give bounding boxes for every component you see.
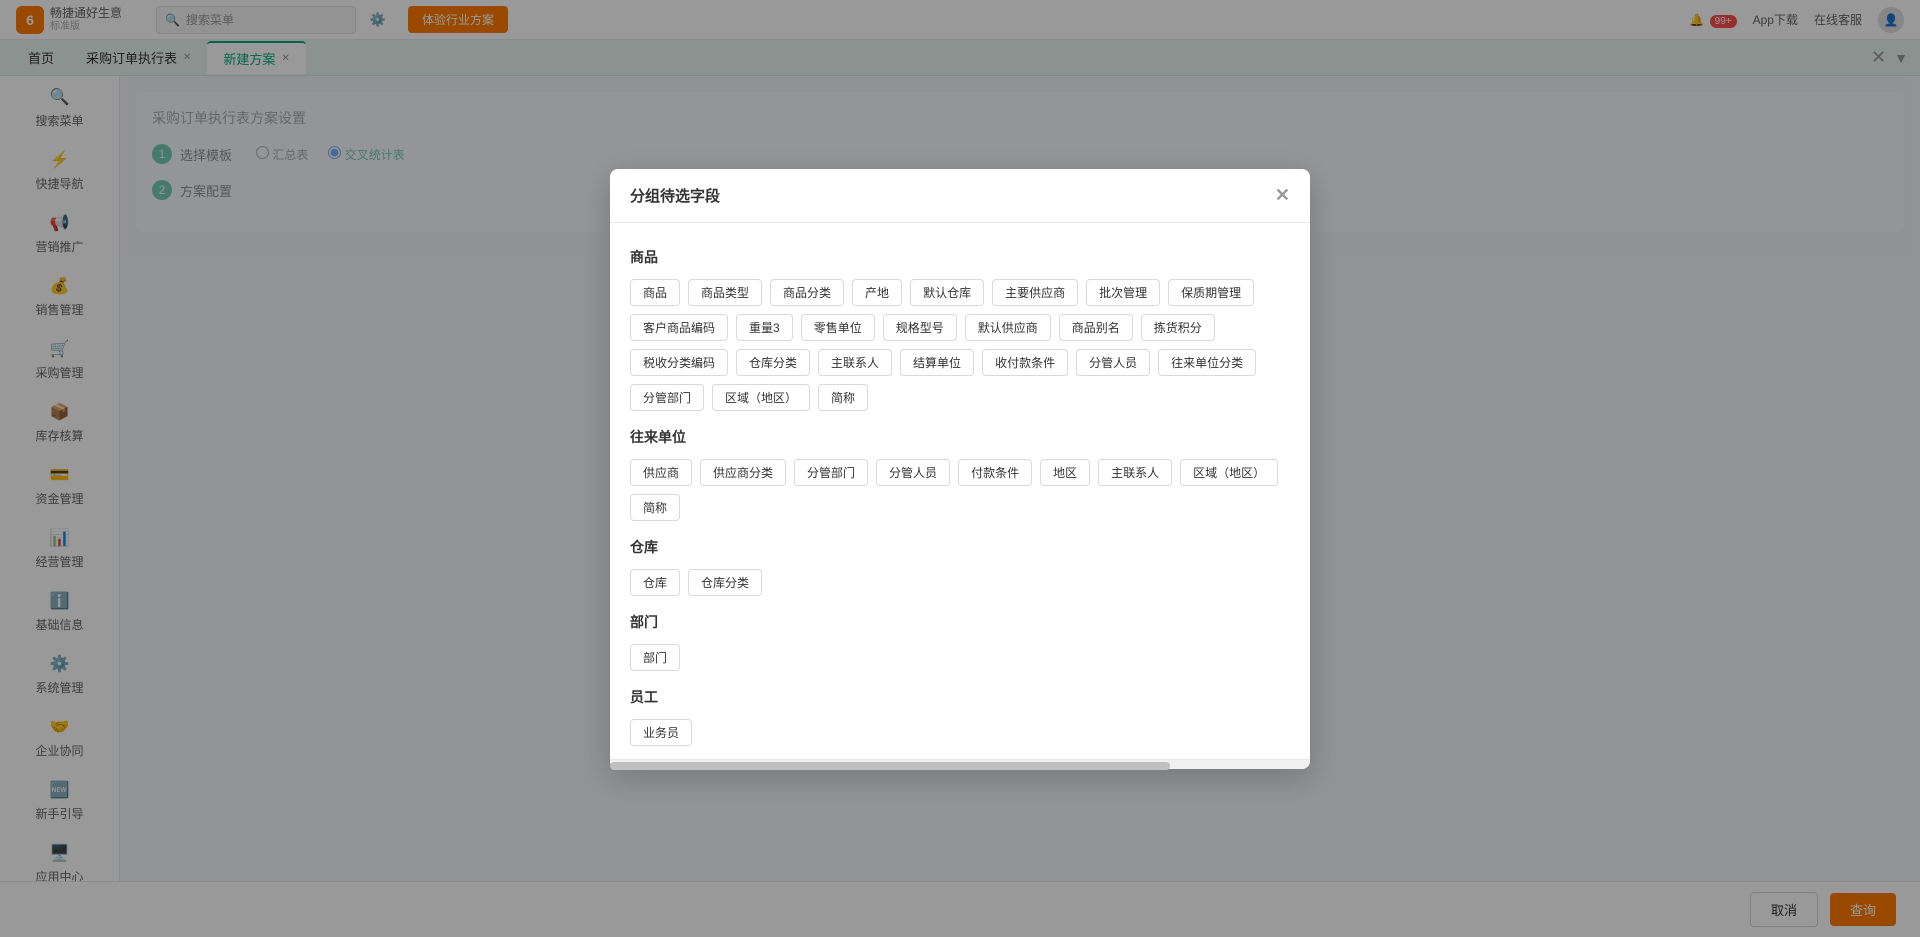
field-customer-code[interactable]: 客户商品编码	[630, 314, 728, 341]
field-partner-payment[interactable]: 付款条件	[958, 459, 1032, 486]
field-selection-modal: 分组待选字段 ✕ 商品 商品 商品类型 商品分类 产地 默认仓库 主要供应商 批…	[610, 169, 1310, 769]
field-default-supplier[interactable]: 默认供应商	[965, 314, 1051, 341]
section-warehouse: 仓库 仓库 仓库分类	[630, 537, 1290, 596]
field-warehouse[interactable]: 仓库	[630, 569, 680, 596]
field-dept[interactable]: 部门	[630, 644, 680, 671]
field-main-contact[interactable]: 主联系人	[818, 349, 892, 376]
field-origin[interactable]: 产地	[852, 279, 902, 306]
dept-fields: 部门	[630, 644, 1290, 671]
scrollbar-thumb	[610, 762, 1170, 770]
field-product-alias[interactable]: 商品别名	[1059, 314, 1133, 341]
section-department: 部门 部门	[630, 612, 1290, 671]
field-batch-management[interactable]: 批次管理	[1086, 279, 1160, 306]
modal-overlay: 分组待选字段 ✕ 商品 商品 商品类型 商品分类 产地 默认仓库 主要供应商 批…	[0, 0, 1920, 937]
partner-fields: 供应商 供应商分类 分管部门 分管人员 付款条件 地区 主联系人 区域（地区） …	[630, 459, 1290, 521]
employee-fields: 业务员	[630, 719, 1290, 746]
warehouse-fields: 仓库 仓库分类	[630, 569, 1290, 596]
section-product: 商品 商品 商品类型 商品分类 产地 默认仓库 主要供应商 批次管理 保质期管理…	[630, 247, 1290, 411]
section-dept-title: 部门	[630, 612, 1290, 632]
section-partner-title: 往来单位	[630, 427, 1290, 447]
product-fields: 商品 商品类型 商品分类 产地 默认仓库 主要供应商 批次管理 保质期管理 客户…	[630, 279, 1290, 411]
field-payment-terms[interactable]: 收付款条件	[982, 349, 1068, 376]
field-region[interactable]: 区域（地区）	[712, 384, 810, 411]
field-partner-contact[interactable]: 主联系人	[1098, 459, 1172, 486]
field-supplier-category[interactable]: 供应商分类	[700, 459, 786, 486]
section-product-title: 商品	[630, 247, 1290, 267]
field-warehouse-cat[interactable]: 仓库分类	[688, 569, 762, 596]
field-dept-manager[interactable]: 分管部门	[630, 384, 704, 411]
field-pick-score[interactable]: 拣货积分	[1141, 314, 1215, 341]
modal-horizontal-scrollbar[interactable]	[610, 759, 1310, 769]
field-supervisor[interactable]: 分管人员	[1076, 349, 1150, 376]
field-short-name[interactable]: 简称	[818, 384, 868, 411]
field-main-supplier[interactable]: 主要供应商	[992, 279, 1078, 306]
section-employee: 员工 业务员	[630, 687, 1290, 746]
field-shelf-life[interactable]: 保质期管理	[1168, 279, 1254, 306]
field-salesman[interactable]: 业务员	[630, 719, 692, 746]
field-retail-unit[interactable]: 零售单位	[801, 314, 875, 341]
modal-title: 分组待选字段	[630, 185, 720, 206]
field-warehouse-category[interactable]: 仓库分类	[736, 349, 810, 376]
field-tax-code[interactable]: 税收分类编码	[630, 349, 728, 376]
field-product[interactable]: 商品	[630, 279, 680, 306]
field-area[interactable]: 地区	[1040, 459, 1090, 486]
field-product-type[interactable]: 商品类型	[688, 279, 762, 306]
field-supplier[interactable]: 供应商	[630, 459, 692, 486]
field-weight3[interactable]: 重量3	[736, 314, 793, 341]
field-settlement-unit[interactable]: 结算单位	[900, 349, 974, 376]
modal-close-button[interactable]: ✕	[1275, 186, 1290, 204]
field-partner-category[interactable]: 往来单位分类	[1158, 349, 1256, 376]
field-default-warehouse[interactable]: 默认仓库	[910, 279, 984, 306]
field-partner-region[interactable]: 区域（地区）	[1180, 459, 1278, 486]
field-product-category[interactable]: 商品分类	[770, 279, 844, 306]
field-partner-supervisor[interactable]: 分管人员	[876, 459, 950, 486]
section-warehouse-title: 仓库	[630, 537, 1290, 557]
field-spec-model[interactable]: 规格型号	[883, 314, 957, 341]
modal-body: 商品 商品 商品类型 商品分类 产地 默认仓库 主要供应商 批次管理 保质期管理…	[610, 223, 1310, 759]
field-partner-short[interactable]: 简称	[630, 494, 680, 521]
field-partner-dept[interactable]: 分管部门	[794, 459, 868, 486]
section-employee-title: 员工	[630, 687, 1290, 707]
section-partner: 往来单位 供应商 供应商分类 分管部门 分管人员 付款条件 地区 主联系人 区域…	[630, 427, 1290, 521]
modal-header: 分组待选字段 ✕	[610, 169, 1310, 223]
